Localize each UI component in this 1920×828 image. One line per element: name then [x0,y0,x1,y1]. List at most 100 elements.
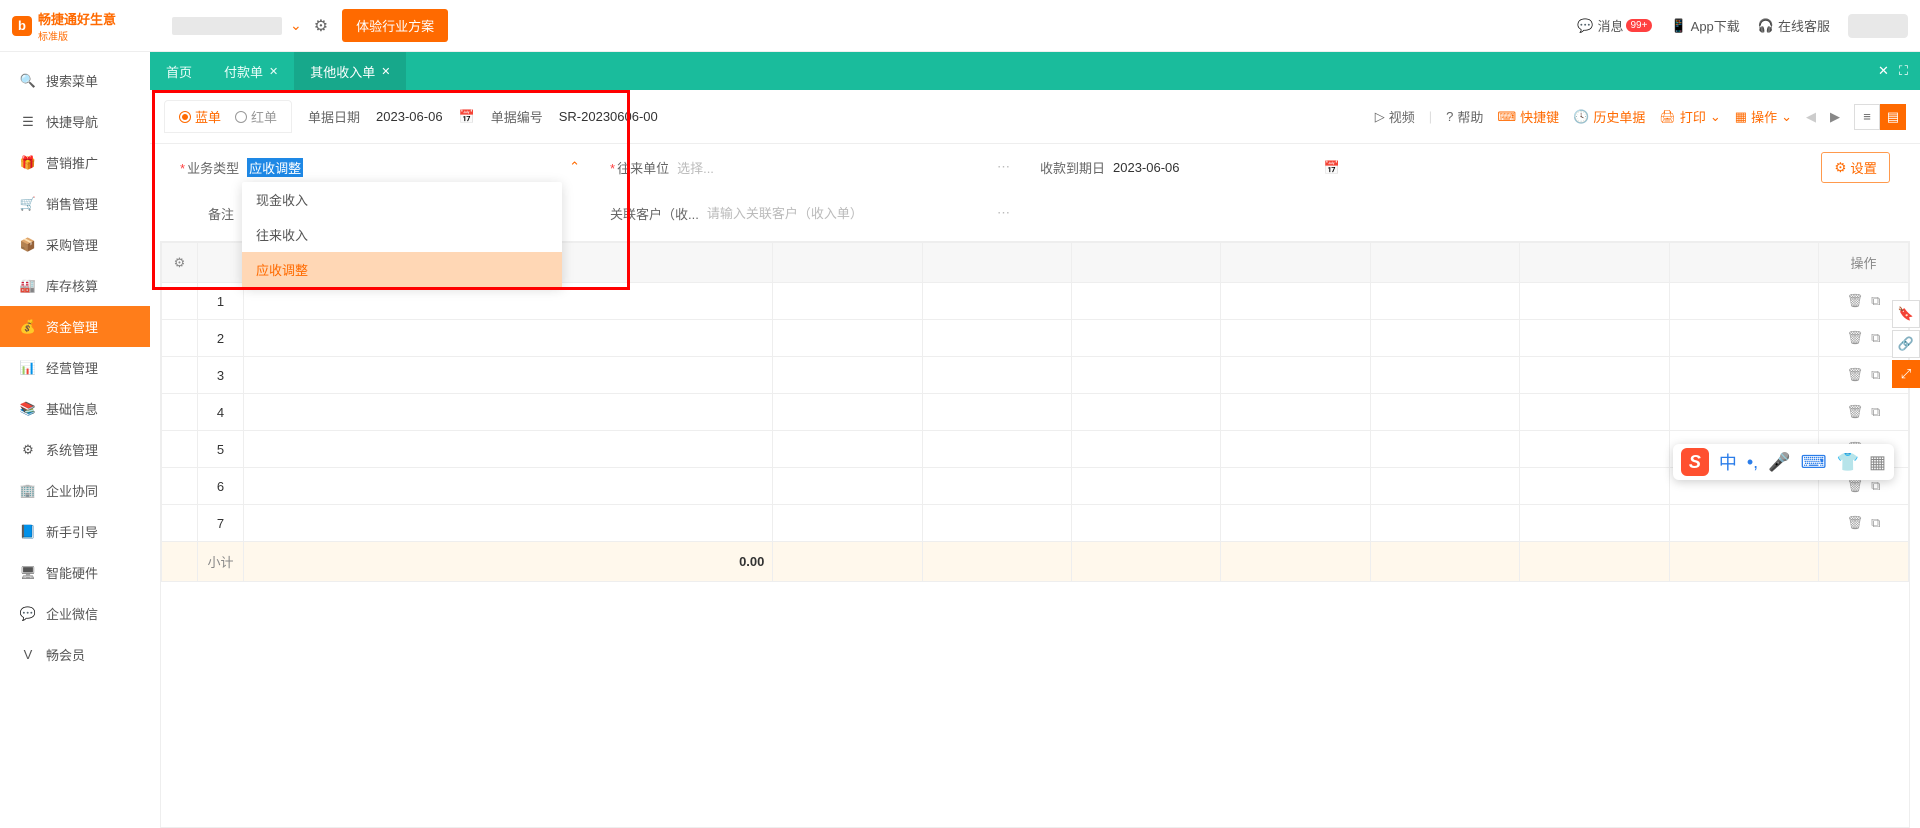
calendar-icon[interactable]: 📅 [1324,160,1340,176]
copy-icon[interactable]: ⧉ [1871,367,1880,382]
sidebar-item-14[interactable]: V畅会员 [0,634,150,675]
doc-no-label: 单据编号 [491,107,543,126]
sidebar-item-9[interactable]: ⚙系统管理 [0,429,150,470]
table-gear-icon[interactable]: ⚙ [174,255,186,270]
trial-button[interactable]: 体验行业方案 [342,9,448,42]
sidebar-item-4[interactable]: 📦采购管理 [0,224,150,265]
delete-icon[interactable]: 🗑 [1847,330,1864,345]
view-card-button[interactable]: ▤ [1880,104,1906,130]
tab-0[interactable]: 首页 [150,52,208,90]
sidebar-icon: ⚙ [20,442,36,458]
print-icon: 🖨 [1659,109,1676,125]
operate-link[interactable]: ▦操作 ⌄ [1735,107,1792,126]
sidebar-item-10[interactable]: 🏢企业协同 [0,470,150,511]
video-link[interactable]: ▷视频 [1375,107,1415,126]
radio-red[interactable]: 红单 [235,107,277,126]
copy-icon[interactable]: ⧉ [1871,515,1880,530]
delete-icon[interactable]: 🗑 [1847,478,1864,493]
tab-2[interactable]: 其他收入单✕ [294,52,406,90]
sidebar-icon: 🔍 [20,73,36,89]
radio-blue[interactable]: 蓝单 [179,107,221,126]
help-link[interactable]: ?帮助 [1446,107,1483,126]
user-avatar[interactable] [1848,14,1908,38]
top-bar: b 畅捷通好生意 标准版 ⌄ ⚙ 体验行业方案 💬 消息 99+ 📱 App下载… [0,0,1920,52]
history-icon: 🕓 [1573,109,1589,125]
dropdown-option[interactable]: 应收调整 [242,252,562,287]
due-date-value[interactable]: 2023-06-06 [1113,160,1180,175]
dropdown-option[interactable]: 现金收入 [242,182,562,217]
brand-edition: 标准版 [38,28,116,43]
sidebar-item-7[interactable]: 📊经营管理 [0,347,150,388]
ime-logo-icon: S [1681,448,1709,476]
ime-keyboard-icon[interactable]: ⌨ [1801,452,1827,473]
delete-icon[interactable]: 🗑 [1847,404,1864,419]
float-link-icon[interactable]: 🔗 [1892,330,1920,358]
delete-icon[interactable]: 🗑 [1847,367,1864,382]
sidebar-icon: 🎁 [20,155,36,171]
sidebar-item-11[interactable]: 📘新手引导 [0,511,150,552]
rel-customer-input[interactable]: 请输入关联客户（收入单） ⋯ [707,199,1010,227]
ime-mic-icon[interactable]: 🎤 [1768,452,1790,473]
next-icon[interactable]: ▶ [1830,109,1840,125]
close-icon[interactable]: ✕ [381,65,390,78]
sidebar-item-3[interactable]: 🛒销售管理 [0,183,150,224]
delete-icon[interactable]: 🗑 [1847,515,1864,530]
ime-lang[interactable]: 中 [1719,449,1737,475]
table-row[interactable]: 3🗑⧉ [162,357,1909,394]
more-icon[interactable]: ⋯ [997,159,1010,175]
sidebar-icon: 📚 [20,401,36,417]
tab-expand-icon[interactable]: ⛶ [1899,63,1908,79]
sidebar: 🔍搜索菜单☰快捷导航🎁营销推广🛒销售管理📦采购管理🏭库存核算💰资金管理📊经营管理… [0,52,150,828]
history-link[interactable]: 🕓历史单据 [1573,107,1645,126]
settings-button[interactable]: ⚙ 设置 [1821,152,1890,183]
sidebar-item-0[interactable]: 🔍搜索菜单 [0,60,150,101]
copy-icon[interactable]: ⧉ [1871,478,1880,493]
copy-icon[interactable]: ⧉ [1871,404,1880,419]
delete-icon[interactable]: 🗑 [1847,293,1864,308]
table-row[interactable]: 1🗑⧉ [162,283,1909,320]
copy-icon[interactable]: ⧉ [1871,330,1880,345]
sidebar-item-12[interactable]: 🖥智能硬件 [0,552,150,593]
subtotal-row: 小计0.00 [162,542,1909,582]
table-row[interactable]: 4🗑⧉ [162,394,1909,431]
gear-icon[interactable]: ⚙ [314,16,328,36]
app-download-button[interactable]: 📱 App下载 [1670,16,1739,35]
calendar-icon[interactable]: 📅 [459,109,475,125]
table-row[interactable]: 2🗑⧉ [162,320,1909,357]
logo-icon: b [12,16,32,36]
ime-grid-icon[interactable]: ▦ [1869,452,1886,473]
tab-1[interactable]: 付款单✕ [208,52,294,90]
sidebar-item-6[interactable]: 💰资金管理 [0,306,150,347]
float-expand-icon[interactable]: ⤢ [1892,360,1920,388]
sidebar-item-2[interactable]: 🎁营销推广 [0,142,150,183]
sidebar-icon: 🏭 [20,278,36,294]
ime-skin-icon[interactable]: 👕 [1837,452,1859,473]
sidebar-item-13[interactable]: 💬企业微信 [0,593,150,634]
ime-punct-icon[interactable]: •, [1747,452,1758,473]
close-icon[interactable]: ✕ [269,65,278,78]
partner-select[interactable]: 选择... ⋯ [677,154,1010,182]
more-icon[interactable]: ⋯ [997,205,1010,221]
company-selector[interactable]: ⌄ [172,17,302,35]
view-list-button[interactable]: ≡ [1854,104,1880,130]
print-link[interactable]: 🖨打印 ⌄ [1659,107,1720,126]
table-row[interactable]: 5🗑⧉ [162,431,1909,468]
dropdown-option[interactable]: 往来收入 [242,217,562,252]
support-button[interactable]: 🎧 在线客服 [1758,16,1830,35]
sidebar-item-8[interactable]: 📚基础信息 [0,388,150,429]
doc-date-value[interactable]: 2023-06-06 [376,109,443,124]
biz-type-select[interactable]: 应收调整 ⌃ [247,154,580,182]
copy-icon[interactable]: ⧉ [1871,293,1880,308]
shortcut-link[interactable]: ⌨快捷键 [1497,107,1559,126]
sidebar-icon: 💰 [20,319,36,335]
prev-icon[interactable]: ◀ [1806,109,1816,125]
sidebar-item-5[interactable]: 🏭库存核算 [0,265,150,306]
messages-button[interactable]: 💬 消息 99+ [1577,16,1652,35]
table-row[interactable]: 6🗑⧉ [162,468,1909,505]
doc-type-radio: 蓝单 红单 [164,100,292,133]
table-row[interactable]: 7🗑⧉ [162,505,1909,542]
biz-type-field: *业务类型 应收调整 ⌃ 现金收入往来收入应收调整 [180,154,580,182]
sidebar-item-1[interactable]: ☰快捷导航 [0,101,150,142]
tab-close-all-icon[interactable]: ✕ [1878,63,1889,79]
float-tag-icon[interactable]: 🔖 [1892,300,1920,328]
